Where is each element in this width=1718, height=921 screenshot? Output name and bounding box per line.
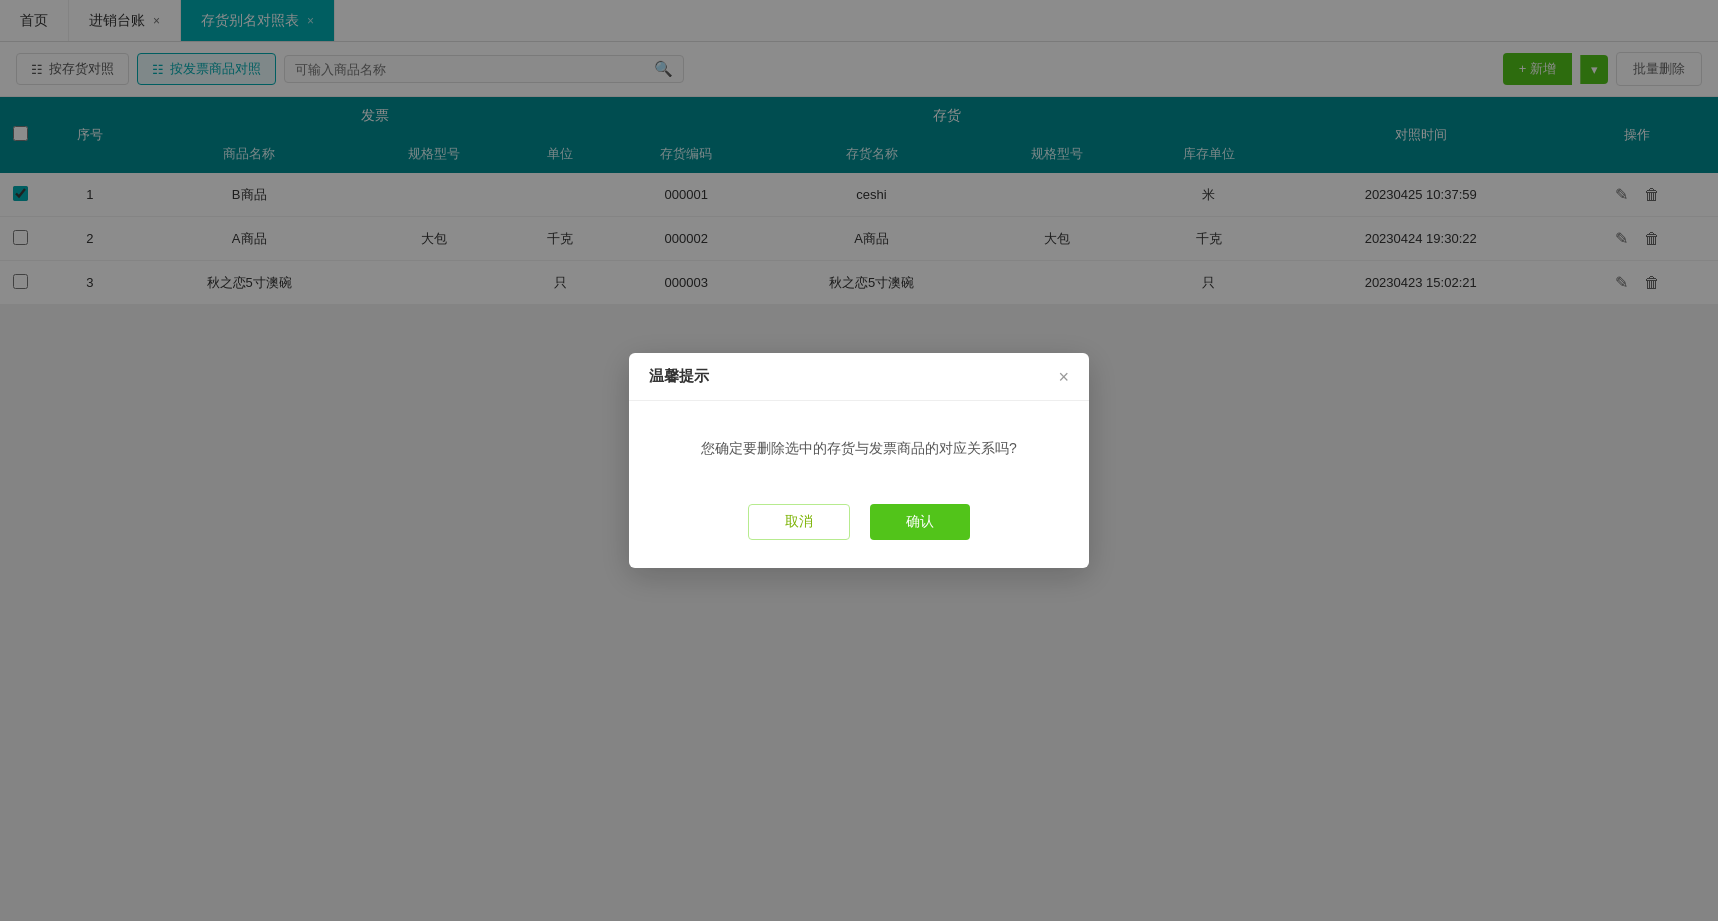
- modal-overlay: 温馨提示 × 您确定要删除选中的存货与发票商品的对应关系吗? 取消 确认: [0, 0, 1718, 305]
